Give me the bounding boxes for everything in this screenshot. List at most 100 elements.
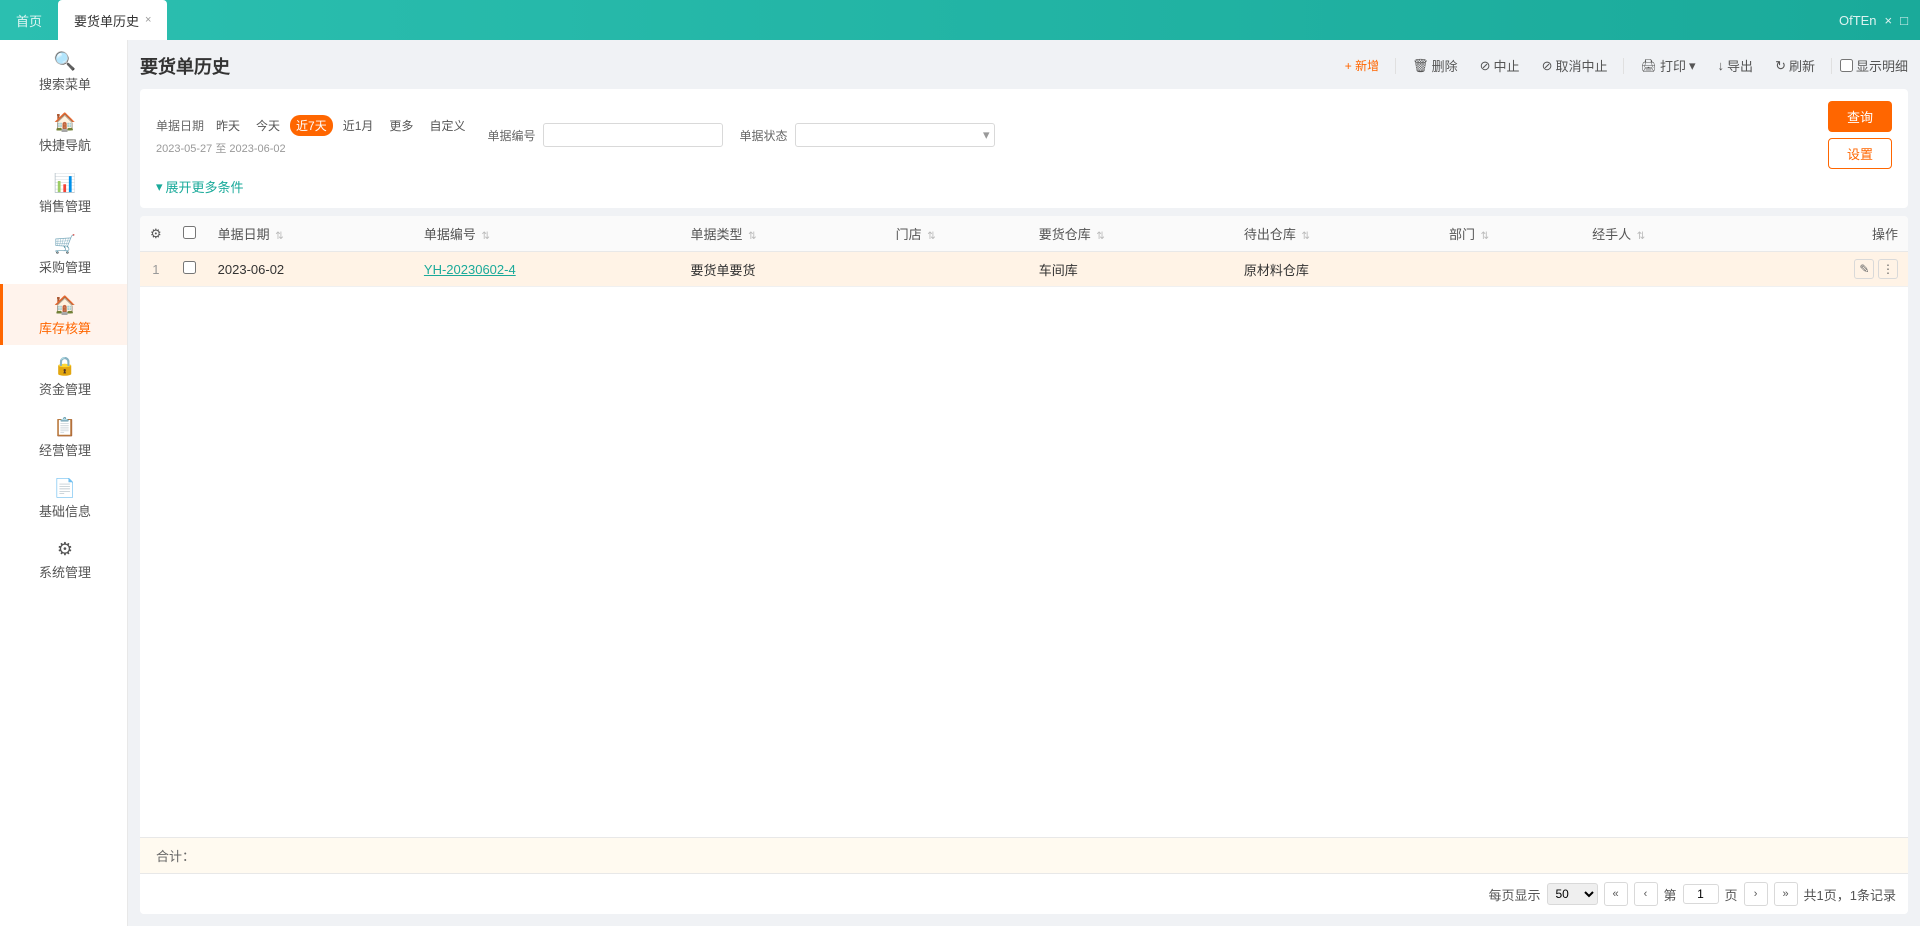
col-date-sort-icon[interactable]: ⇅ <box>275 231 283 242</box>
tab-home[interactable]: 首页 <box>0 0 58 40</box>
sidebar-item-quick-nav[interactable]: 🏠 快捷导航 <box>0 101 127 162</box>
settings-button[interactable]: 设置 <box>1828 138 1892 169</box>
sidebar-item-inventory[interactable]: 🏠 库存核算 <box>0 284 127 345</box>
display-detail-label[interactable]: 显示明细 <box>1840 56 1908 75</box>
sidebar-item-sys-mgmt-label: 系统管理 <box>39 562 91 581</box>
row-select-checkbox-1[interactable] <box>183 261 196 274</box>
main-layout: 🔍 搜索菜单 🏠 快捷导航 📊 销售管理 🛒 采购管理 🏠 库存核算 🔒 资金管… <box>0 40 1920 926</box>
prev-page-btn[interactable]: ‹ <box>1634 882 1658 906</box>
col-ordertype-sort-icon[interactable]: ⇅ <box>748 231 756 242</box>
first-page-btn[interactable]: « <box>1604 882 1628 906</box>
toolbar-divider-1 <box>1395 58 1396 74</box>
row-ordertype-1: 要货单要货 <box>680 252 885 287</box>
order-no-input[interactable] <box>543 123 723 147</box>
row-orderno-link-1[interactable]: YH-20230602-4 <box>424 262 516 277</box>
sidebar-item-purchase-mgmt[interactable]: 🛒 采购管理 <box>0 223 127 284</box>
tab-order-history[interactable]: 要货单历史 × <box>58 0 167 40</box>
shortcut-1month[interactable]: 近1月 <box>337 115 380 136</box>
col-settings: ⚙ <box>140 216 172 252</box>
delete-button[interactable]: 🗑 删除 <box>1404 52 1466 79</box>
col-orderno-sort-icon[interactable]: ⇅ <box>482 231 490 242</box>
row-edit-icon-1[interactable]: ✎ <box>1854 259 1874 279</box>
sidebar-item-finance-mgmt-label: 资金管理 <box>39 379 91 398</box>
sidebar-item-search-menu[interactable]: 🔍 搜索菜单 <box>0 40 127 101</box>
col-settings-icon[interactable]: ⚙ <box>150 226 162 241</box>
col-store-label: 门店 <box>896 227 922 242</box>
new-button[interactable]: + 新增 <box>1337 53 1387 78</box>
row-dept-1 <box>1439 252 1582 287</box>
expand-more-btn[interactable]: ▾ 展开更多条件 <box>156 177 1892 196</box>
next-page-btn[interactable]: › <box>1744 882 1768 906</box>
row-more-icon-1[interactable]: ⋮ <box>1878 259 1898 279</box>
window-close-btn[interactable]: × <box>1885 13 1893 28</box>
purchase-mgmt-icon: 🛒 <box>54 235 76 253</box>
top-bar-right: OfTEn × □ <box>1839 13 1920 28</box>
total-info: 共1页，1条记录 <box>1804 885 1896 904</box>
cancel-stop-button[interactable]: ⊘ 取消中止 <box>1534 52 1616 79</box>
pagination: 每页显示 10 20 50 100 « ‹ 第 页 › » 共1页，1条记录 <box>140 873 1908 914</box>
filter-area: 单据日期 昨天 今天 近7天 近1月 更多 自定义 2023-05-27 至 2… <box>140 89 1908 208</box>
col-pendingwarehouse-sort-icon[interactable]: ⇅ <box>1301 231 1309 242</box>
sidebar-item-sales-mgmt-label: 销售管理 <box>39 196 91 215</box>
page-header: 要货单历史 + 新增 🗑 删除 ⊘ 中止 ⊘ 取消中止 🖨 <box>140 52 1908 79</box>
shortcut-yesterday[interactable]: 昨天 <box>210 115 246 136</box>
sidebar-item-sales-mgmt[interactable]: 📊 销售管理 <box>0 162 127 223</box>
status-select-wrapper: ▾ <box>795 123 995 147</box>
toolbar-divider-3 <box>1831 58 1832 74</box>
close-tab-icon[interactable]: × <box>145 14 151 26</box>
row-ops-1: ✎ ⋮ <box>1756 252 1908 287</box>
toolbar: + 新增 🗑 删除 ⊘ 中止 ⊘ 取消中止 🖨 打印 <box>1337 52 1908 79</box>
sidebar-item-sys-mgmt[interactable]: ⚙ 系统管理 <box>0 528 127 589</box>
often-text: OfTEn <box>1839 13 1877 28</box>
col-store-sort-icon[interactable]: ⇅ <box>927 231 935 242</box>
cancel-stop-label: 取消中止 <box>1555 56 1607 75</box>
col-ordertype-label: 单据类型 <box>690 227 742 242</box>
select-all-checkbox[interactable] <box>183 226 196 239</box>
table-wrapper: ⚙ 单据日期 ⇅ 单据编号 ⇅ <box>140 216 1908 914</box>
query-button[interactable]: 查询 <box>1828 101 1892 132</box>
shortcut-7days[interactable]: 近7天 <box>290 115 333 136</box>
basic-info-icon: 📄 <box>54 479 76 497</box>
col-reqwarehouse-sort-icon[interactable]: ⇅ <box>1096 231 1104 242</box>
stop-icon: ⊘ <box>1480 58 1491 74</box>
refresh-label: 刷新 <box>1789 56 1815 75</box>
export-button[interactable]: ↓ 导出 <box>1710 52 1762 79</box>
date-filter-top: 单据日期 昨天 今天 近7天 近1月 更多 自定义 <box>156 115 471 136</box>
shortcut-today[interactable]: 今天 <box>250 115 286 136</box>
print-button[interactable]: 🖨 打印 ▾ <box>1632 52 1703 79</box>
col-dept-sort-icon[interactable]: ⇅ <box>1481 231 1489 242</box>
order-no-filter: 单据编号 <box>487 123 723 147</box>
sidebar-item-finance-mgmt[interactable]: 🔒 资金管理 <box>0 345 127 406</box>
col-pendingwarehouse-header: 待出仓库 ⇅ <box>1234 216 1439 252</box>
finance-mgmt-icon: 🔒 <box>54 357 76 375</box>
per-page-select[interactable]: 10 20 50 100 <box>1547 883 1598 905</box>
tab-bar: 首页 要货单历史 × <box>0 0 167 40</box>
shortcut-custom[interactable]: 自定义 <box>423 115 471 136</box>
row-date-1: 2023-06-02 <box>208 252 414 287</box>
refresh-button[interactable]: ↻ 刷新 <box>1767 52 1823 79</box>
content-area: 要货单历史 + 新增 🗑 删除 ⊘ 中止 ⊘ 取消中止 🖨 <box>128 40 1920 926</box>
display-detail-checkbox[interactable] <box>1840 59 1853 72</box>
status-label: 单据状态 <box>739 127 787 144</box>
col-handler-sort-icon[interactable]: ⇅ <box>1637 231 1645 242</box>
window-max-btn[interactable]: □ <box>1900 13 1908 28</box>
col-pendingwarehouse-label: 待出仓库 <box>1244 227 1296 242</box>
status-select[interactable] <box>795 123 995 147</box>
row-num-1: 1 <box>140 252 172 287</box>
print-icon: 🖨 <box>1640 58 1657 74</box>
sidebar-item-ops-mgmt[interactable]: 📋 经营管理 <box>0 406 127 467</box>
sidebar-item-inventory-label: 库存核算 <box>39 318 91 337</box>
col-orderno-label: 单据编号 <box>424 227 476 242</box>
row-pendingwarehouse-value-1: 原材料仓库 <box>1244 263 1309 278</box>
tab-order-history-label: 要货单历史 <box>74 11 139 30</box>
page-input[interactable] <box>1683 884 1719 904</box>
delete-icon: 🗑 <box>1412 58 1429 74</box>
col-ops-header: 操作 <box>1756 216 1908 252</box>
last-page-btn[interactable]: » <box>1774 882 1798 906</box>
shortcut-more[interactable]: 更多 <box>383 115 419 136</box>
row-orderno-1: YH-20230602-4 <box>414 252 681 287</box>
row-ordertype-value-1: 要货单要货 <box>690 263 755 278</box>
data-table: ⚙ 单据日期 ⇅ 单据编号 ⇅ <box>140 216 1908 287</box>
stop-button[interactable]: ⊘ 中止 <box>1472 52 1528 79</box>
sidebar-item-basic-info[interactable]: 📄 基础信息 <box>0 467 127 528</box>
